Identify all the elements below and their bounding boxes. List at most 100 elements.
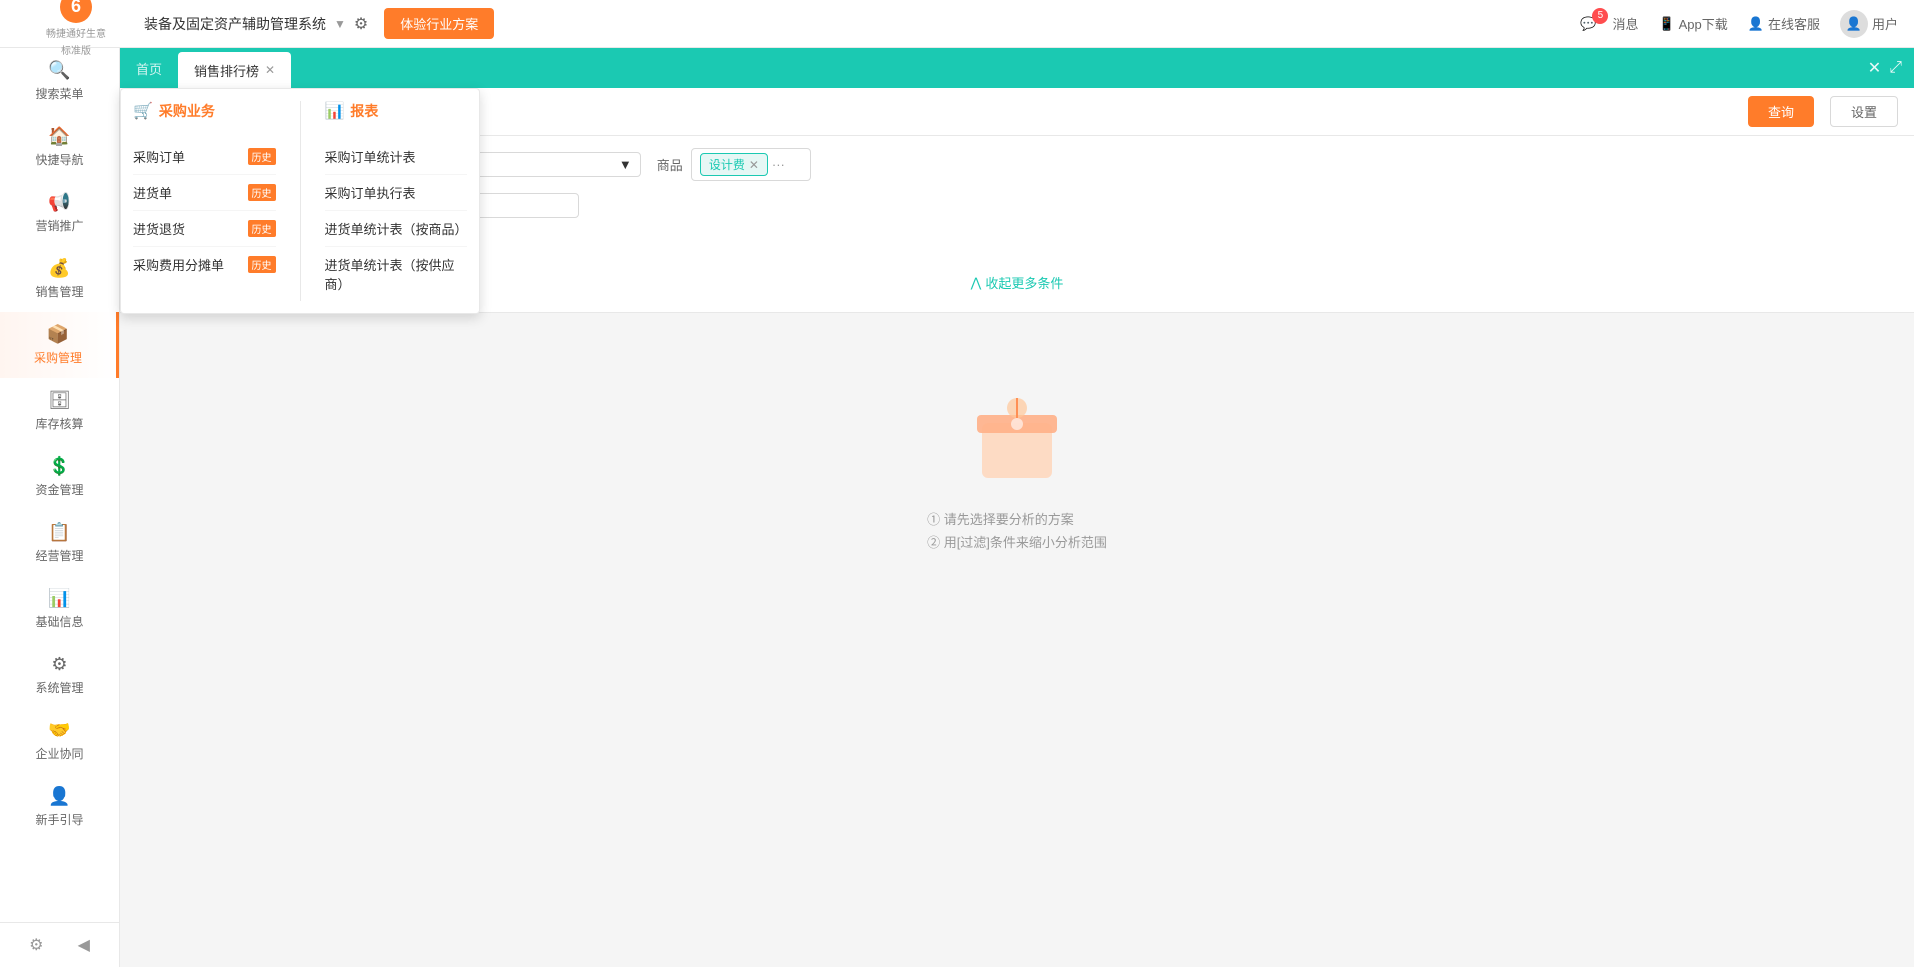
- sidebar-item-operations[interactable]: 📋 经营管理: [0, 510, 119, 576]
- sidebar-operations-label: 经营管理: [35, 547, 83, 564]
- tab-sales-rank[interactable]: 销售排行榜 ✕: [178, 52, 291, 88]
- goods-tag: 设计费 ✕: [700, 153, 768, 176]
- collapse-label: 收起更多条件: [985, 273, 1063, 292]
- purchase-expense-label: 采购费用分摊单: [133, 255, 224, 274]
- settings-gear-icon[interactable]: ⚙: [354, 14, 368, 34]
- tab-close-all-icon[interactable]: ✕: [1868, 58, 1881, 78]
- stock-return-label: 进货退货: [133, 219, 185, 238]
- system-title-text: 装备及固定资产辅助管理系统: [144, 14, 326, 34]
- newbie-icon: 👤: [48, 786, 70, 807]
- purchase-icon: 📦: [47, 324, 69, 345]
- operations-icon: 📋: [48, 522, 70, 543]
- sidebar-item-inventory[interactable]: 🗄 库存核算: [0, 378, 119, 444]
- stock-return-history-badge: 历史: [248, 220, 276, 237]
- inventory-icon: 🗄: [48, 390, 71, 411]
- app-download-label: App下载: [1679, 14, 1728, 33]
- user-label: 用户: [1872, 14, 1898, 33]
- tab-expand-icon[interactable]: ⤢: [1889, 59, 1902, 77]
- messages-label: 消息: [1612, 14, 1638, 33]
- sidebar-item-search[interactable]: 🔍 搜索菜单: [0, 48, 119, 114]
- sidebar-item-marketing[interactable]: 📢 营销推广: [0, 180, 119, 246]
- sidebar-item-system[interactable]: ⚙ 系统管理: [0, 642, 119, 708]
- sidebar-basic-info-label: 基础信息: [35, 613, 83, 630]
- sidebar-system-label: 系统管理: [35, 679, 83, 696]
- stock-in-stats-goods-label: 进货单统计表（按商品）: [325, 219, 468, 238]
- sales-icon: 💰: [48, 258, 70, 279]
- online-service-button[interactable]: 👤 在线客服: [1748, 14, 1820, 33]
- stock-in-item[interactable]: 进货单 历史: [133, 175, 276, 211]
- sidebar-bottom: ⚙ ◀: [0, 922, 119, 967]
- goods-input[interactable]: 设计费 ✕ ···: [691, 148, 811, 181]
- header-right: 💬 5 消息 📱 App下载 👤 在线客服 👤 用户: [1580, 10, 1898, 38]
- purchase-order-exec-item[interactable]: 采购订单执行表: [325, 175, 468, 211]
- sidebar-finance-label: 资金管理: [35, 481, 83, 498]
- tab-bar-actions: ✕ ⤢: [1868, 58, 1914, 78]
- sidebar-item-newbie[interactable]: 👤 新手引导: [0, 774, 119, 840]
- purchase-order-label: 采购订单: [133, 147, 185, 166]
- edition-label: 标准版: [61, 42, 91, 57]
- sidebar-item-basic-info[interactable]: 📊 基础信息: [0, 576, 119, 642]
- basic-info-icon: 📊: [48, 588, 70, 609]
- purchase-col: 🛒 采购业务 采购订单 历史 进货单 历史 进货退货 历史 采购费用分摊单 历史: [133, 101, 276, 301]
- sidebar-item-quick-nav[interactable]: 🏠 快捷导航: [0, 114, 119, 180]
- online-service-label: 在线客服: [1768, 14, 1820, 33]
- sidebar-collapse-icon[interactable]: ◀: [78, 935, 90, 955]
- sidebar-search-label: 搜索菜单: [35, 85, 83, 102]
- goods-tag-remove[interactable]: ✕: [749, 158, 759, 172]
- purchase-expense-item[interactable]: 采购费用分摊单 历史: [133, 247, 276, 282]
- report-col-icon: 📊: [325, 101, 345, 121]
- empty-state: ① 请先选择要分析的方案 ② 用[过滤]条件来缩小分析范围: [120, 313, 1914, 635]
- app-download-button[interactable]: 📱 App下载: [1658, 14, 1727, 33]
- stock-in-label: 进货单: [133, 183, 172, 202]
- logo-icon: 6: [60, 0, 92, 23]
- purchase-col-title: 🛒 采购业务: [133, 101, 276, 127]
- select-arrow-icon: ▼: [619, 157, 632, 172]
- purchase-order-stats-label: 采购订单统计表: [325, 147, 416, 166]
- empty-illustration: [967, 393, 1067, 493]
- sidebar-sales-label: 销售管理: [35, 283, 83, 300]
- tab-home-label: 首页: [136, 59, 162, 78]
- goods-filter: 商品 设计费 ✕ ···: [657, 148, 811, 181]
- messages-button[interactable]: 💬 5 消息: [1580, 14, 1638, 33]
- brand-name: 畅捷通好生意: [46, 25, 106, 40]
- purchase-order-item[interactable]: 采购订单 历史: [133, 139, 276, 175]
- purchase-order-stats-item[interactable]: 采购订单统计表: [325, 139, 468, 175]
- trial-button[interactable]: 体验行业方案: [384, 8, 494, 39]
- search-icon: 🔍: [48, 60, 70, 81]
- goods-more-dots[interactable]: ···: [772, 157, 785, 172]
- stock-return-item[interactable]: 进货退货 历史: [133, 211, 276, 247]
- sidebar-settings-icon[interactable]: ⚙: [29, 935, 43, 955]
- top-header: 6 畅捷通好生意 标准版 装备及固定资产辅助管理系统 ▼ ⚙ 体验行业方案 💬 …: [0, 0, 1914, 48]
- sidebar-marketing-label: 营销推广: [35, 217, 83, 234]
- settings-button[interactable]: 设置: [1830, 96, 1898, 127]
- finance-icon: 💲: [48, 456, 70, 477]
- report-col-title-text: 报表: [350, 101, 378, 121]
- sidebar-inventory-label: 库存核算: [35, 415, 83, 432]
- enterprise-icon: 🤝: [48, 720, 70, 741]
- stock-in-stats-goods-item[interactable]: 进货单统计表（按商品）: [325, 211, 468, 247]
- sidebar-item-finance[interactable]: 💲 资金管理: [0, 444, 119, 510]
- stock-in-history-badge: 历史: [248, 184, 276, 201]
- stock-in-stats-supplier-item[interactable]: 进货单统计表（按供应商）: [325, 247, 468, 301]
- user-area[interactable]: 👤 用户: [1840, 10, 1898, 38]
- column-divider: [300, 101, 301, 301]
- purchase-order-exec-label: 采购订单执行表: [325, 183, 416, 202]
- tab-bar: 首页 销售排行榜 ✕ ✕ ⤢: [120, 48, 1914, 88]
- system-title-area: 装备及固定资产辅助管理系统 ▼: [144, 14, 346, 34]
- service-icon: 👤: [1748, 16, 1764, 32]
- sidebar: 🔍 搜索菜单 🏠 快捷导航 📢 营销推广 💰 销售管理 📦 采购管理 🗄 库存核…: [0, 48, 120, 967]
- report-col: 📊 报表 采购订单统计表 采购订单执行表 进货单统计表（按商品） 进货单统计表（…: [325, 101, 468, 301]
- query-button[interactable]: 查询: [1748, 96, 1814, 127]
- sidebar-purchase-label: 采购管理: [34, 349, 82, 366]
- sidebar-item-purchase[interactable]: 📦 采购管理: [0, 312, 119, 378]
- purchase-expense-history-badge: 历史: [248, 256, 276, 273]
- home-icon: 🏠: [48, 126, 70, 147]
- user-avatar: 👤: [1840, 10, 1868, 38]
- stock-in-stats-supplier-label: 进货单统计表（按供应商）: [325, 255, 468, 293]
- tab-close-icon[interactable]: ✕: [265, 63, 275, 77]
- sidebar-enterprise-label: 企业协同: [35, 745, 83, 762]
- sidebar-item-enterprise[interactable]: 🤝 企业协同: [0, 708, 119, 774]
- dropdown-arrow-icon[interactable]: ▼: [334, 17, 346, 31]
- message-badge: 5: [1592, 8, 1608, 24]
- sidebar-item-sales[interactable]: 💰 销售管理: [0, 246, 119, 312]
